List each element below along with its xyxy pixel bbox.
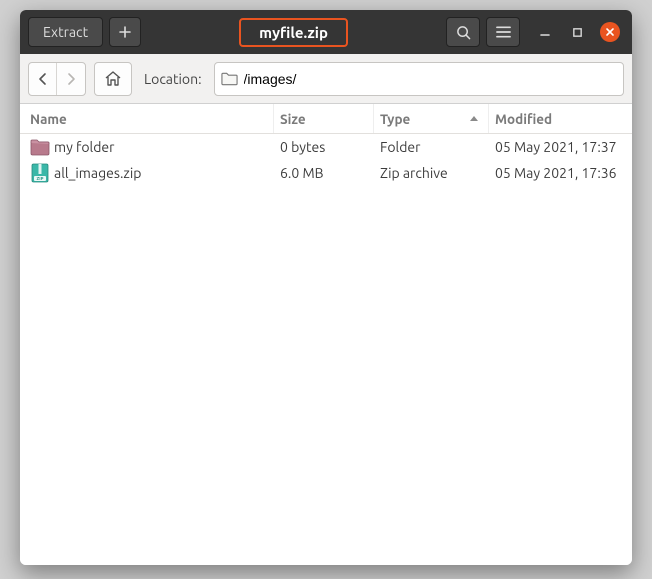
archive-manager-window: Extract myfile.zip — [20, 10, 632, 565]
sort-ascending-icon — [470, 116, 478, 121]
minimize-icon — [539, 26, 551, 38]
headerbar: Extract myfile.zip — [20, 10, 632, 54]
window-title: myfile.zip — [239, 18, 348, 47]
column-header-size[interactable]: Size — [274, 104, 374, 133]
maximize-icon — [572, 27, 583, 38]
table-row[interactable]: my folder 0 bytesFolder05 May 2021, 17:37 — [20, 134, 632, 160]
file-name: my folder — [54, 139, 114, 155]
extract-button[interactable]: Extract — [28, 17, 103, 47]
folder-icon — [221, 71, 238, 86]
close-icon — [605, 27, 615, 37]
minimize-button[interactable] — [536, 23, 554, 41]
plus-icon — [118, 25, 132, 39]
add-button[interactable] — [109, 17, 141, 47]
table-row[interactable]: all_images.zip 6.0 MBZip archive05 May 20… — [20, 160, 632, 186]
file-modified: 05 May 2021, 17:36 — [489, 165, 628, 181]
file-size: 6.0 MB — [274, 165, 374, 181]
forward-button[interactable] — [57, 63, 85, 95]
folder-icon — [30, 137, 50, 157]
home-icon — [104, 70, 122, 87]
column-headers: Name Size Type Modified — [20, 104, 632, 134]
back-button[interactable] — [29, 63, 57, 95]
file-type: Zip archive — [374, 165, 489, 181]
hamburger-icon — [496, 25, 511, 39]
file-modified: 05 May 2021, 17:37 — [489, 139, 628, 155]
column-header-type[interactable]: Type — [374, 104, 489, 133]
column-header-modified[interactable]: Modified — [489, 104, 628, 133]
file-list[interactable]: Name Size Type Modified my folder 0 bytes… — [20, 104, 632, 565]
file-size: 0 bytes — [274, 139, 374, 155]
location-input[interactable] — [244, 71, 617, 87]
file-name: all_images.zip — [54, 165, 141, 181]
menu-button[interactable] — [486, 17, 520, 47]
location-entry[interactable] — [214, 62, 624, 96]
location-label: Location: — [140, 71, 206, 87]
maximize-button[interactable] — [568, 23, 586, 41]
search-button[interactable] — [446, 17, 480, 47]
search-icon — [456, 25, 471, 40]
nav-back-forward — [28, 62, 86, 96]
chevron-right-icon — [67, 72, 76, 86]
window-controls — [536, 22, 620, 42]
home-button[interactable] — [94, 62, 132, 96]
column-header-name[interactable]: Name — [24, 104, 274, 133]
chevron-left-icon — [38, 72, 47, 86]
file-type: Folder — [374, 139, 489, 155]
close-button[interactable] — [600, 22, 620, 42]
zip-icon — [30, 163, 50, 183]
location-toolbar: Location: — [20, 54, 632, 104]
